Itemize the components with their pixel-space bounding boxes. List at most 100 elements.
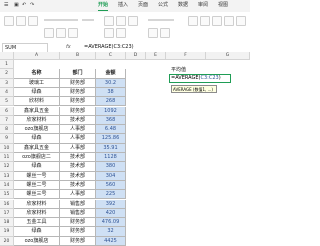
row-header[interactable]: 20 — [0, 236, 14, 246]
tab-insert[interactable]: 插入 — [118, 1, 128, 10]
font-name-box[interactable] — [44, 19, 78, 21]
header-cell-name[interactable]: 名称 — [14, 69, 60, 79]
column-header-f[interactable]: F — [166, 52, 206, 60]
table-cell-name[interactable]: 鑫家具五金 — [14, 106, 60, 116]
row-header[interactable]: 19 — [0, 227, 14, 237]
row-header[interactable]: 17 — [0, 208, 14, 219]
row-header[interactable]: 12 — [0, 162, 14, 172]
tab-review[interactable]: 审阅 — [198, 1, 208, 10]
row-header[interactable]: 9 — [0, 134, 14, 144]
table-cell-name[interactable]: 绿森 — [14, 162, 60, 172]
table-cell-name[interactable]: 螺丝三号 — [14, 190, 60, 200]
table-cell-amount[interactable]: 225 — [96, 190, 126, 200]
table-cell-amount[interactable]: 125.86 — [96, 134, 126, 144]
percent-icon[interactable] — [148, 28, 158, 38]
copy-icon[interactable] — [28, 16, 38, 26]
row-header[interactable]: 13 — [0, 171, 14, 181]
table-cell-name[interactable]: 绿森 — [14, 134, 60, 144]
table-cell-dept[interactable]: 技术部 — [60, 162, 96, 172]
table-cell-name[interactable]: 绿森 — [14, 87, 60, 98]
table-cell-dept[interactable]: 财务部 — [60, 236, 96, 246]
table-cell-amount[interactable]: 392 — [96, 199, 126, 209]
select-all-corner[interactable] — [0, 52, 14, 60]
row-header[interactable]: 16 — [0, 199, 14, 209]
align-left-icon[interactable] — [104, 16, 114, 26]
paste-icon[interactable] — [4, 16, 14, 26]
table-cell-amount[interactable]: 368 — [96, 115, 126, 126]
table-cell-amount[interactable]: 6.48 — [96, 125, 126, 135]
table-cell-dept[interactable]: 财务部 — [60, 227, 96, 237]
average-formula-cell[interactable]: =AVERAGE(C3:C23) — [169, 74, 231, 83]
header-cell-amount[interactable]: 金额 — [96, 69, 126, 79]
column-header-a[interactable]: A — [14, 52, 60, 60]
find-icon[interactable] — [236, 16, 246, 26]
row-header[interactable]: 14 — [0, 180, 14, 191]
conditional-format-icon[interactable] — [188, 16, 198, 26]
table-cell-name[interactable]: 欣家材料 — [14, 115, 60, 126]
table-cell-dept[interactable]: 人事部 — [60, 143, 96, 153]
column-header-e[interactable]: E — [146, 52, 166, 60]
table-cell-name[interactable]: 绿森 — [14, 227, 60, 237]
table-cell-dept[interactable]: 技术部 — [60, 153, 96, 163]
row-header[interactable]: 18 — [0, 218, 14, 228]
table-cell-name[interactable]: ozo旗舰店 — [14, 236, 60, 246]
table-cell-dept[interactable]: 技术部 — [60, 171, 96, 181]
cut-icon[interactable] — [16, 16, 26, 26]
table-cell-dept[interactable]: 财务部 — [60, 97, 96, 107]
table-cell-amount[interactable]: 1128 — [96, 153, 126, 163]
number-format-box[interactable] — [148, 19, 174, 21]
underline-icon[interactable] — [68, 28, 78, 38]
table-cell-amount[interactable]: 30.2 — [96, 78, 126, 88]
table-cell-dept[interactable]: 技术部 — [60, 180, 96, 191]
align-right-icon[interactable] — [128, 16, 138, 26]
row-header[interactable]: 7 — [0, 115, 14, 126]
tab-data[interactable]: 数据 — [178, 1, 188, 10]
table-cell-amount[interactable]: 38 — [96, 87, 126, 98]
save-icon[interactable]: ▣ — [14, 1, 19, 10]
table-cell-dept[interactable]: 销售部 — [60, 199, 96, 209]
table-cell-amount[interactable]: 560 — [96, 180, 126, 191]
redo-icon[interactable]: ↷ — [30, 1, 34, 10]
wrap-icon[interactable] — [116, 28, 126, 38]
font-size-box[interactable] — [82, 19, 94, 21]
column-header-g[interactable]: G — [206, 52, 250, 60]
sort-icon[interactable] — [224, 16, 234, 26]
column-header-d[interactable]: D — [126, 52, 146, 60]
table-cell-name[interactable]: 螺丝二号 — [14, 180, 60, 191]
table-cell-amount[interactable]: 32 — [96, 227, 126, 237]
table-cell-amount[interactable]: 4425 — [96, 236, 126, 246]
row-header[interactable]: 1 — [0, 60, 14, 70]
row-header[interactable]: 8 — [0, 125, 14, 135]
undo-icon[interactable]: ↶ — [22, 1, 26, 10]
table-cell-amount[interactable]: 380 — [96, 162, 126, 172]
table-cell-name[interactable]: ozo旗舰店 — [14, 125, 60, 135]
row-header[interactable]: 3 — [0, 78, 14, 88]
table-cell-name[interactable]: 欣家材料 — [14, 199, 60, 209]
row-header[interactable]: 2 — [0, 69, 14, 79]
header-cell-dept[interactable]: 部门 — [60, 69, 96, 79]
row-header[interactable]: 11 — [0, 153, 14, 163]
table-cell-dept[interactable]: 人事部 — [60, 134, 96, 144]
table-cell-name[interactable]: 五金工具 — [14, 218, 60, 228]
align-center-icon[interactable] — [116, 16, 126, 26]
fx-icon[interactable]: fx — [66, 43, 71, 51]
table-cell-name[interactable]: 欣家材料 — [14, 208, 60, 219]
tab-page[interactable]: 页面 — [138, 1, 148, 10]
table-cell-name[interactable]: 鑫家具五金 — [14, 143, 60, 153]
table-style-icon[interactable] — [200, 16, 210, 26]
sum-icon[interactable] — [212, 16, 222, 26]
comma-icon[interactable] — [160, 28, 170, 38]
table-cell-amount[interactable]: 1092 — [96, 106, 126, 116]
row-header[interactable]: 5 — [0, 97, 14, 107]
column-header-b[interactable]: B — [60, 52, 96, 60]
table-cell-amount[interactable]: 476.09 — [96, 218, 126, 228]
row-header[interactable]: 6 — [0, 106, 14, 116]
table-cell-amount[interactable]: 304 — [96, 171, 126, 181]
row-header[interactable]: 4 — [0, 87, 14, 98]
table-cell-amount[interactable]: 420 — [96, 208, 126, 219]
row-header[interactable]: 15 — [0, 190, 14, 200]
table-cell-dept[interactable]: 人事部 — [60, 190, 96, 200]
table-cell-dept[interactable]: 销售部 — [60, 208, 96, 219]
formula-input[interactable]: =AVERAGE(C3:C23) — [84, 43, 134, 51]
row-header[interactable]: 10 — [0, 143, 14, 153]
